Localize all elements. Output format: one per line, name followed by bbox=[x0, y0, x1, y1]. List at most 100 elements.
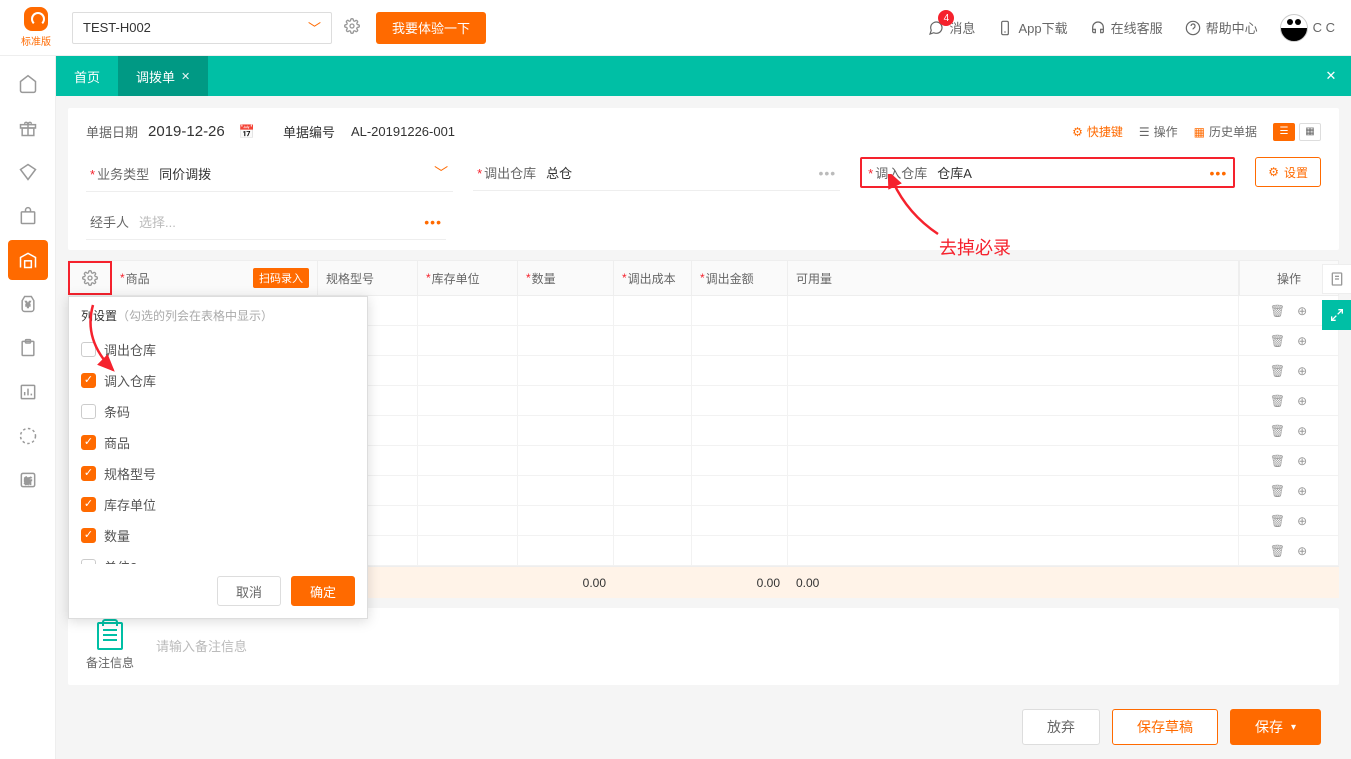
column-settings-button[interactable] bbox=[68, 261, 112, 295]
tab-home[interactable]: 首页 bbox=[56, 56, 118, 96]
side-nav: ¥ 新 bbox=[0, 56, 56, 759]
tab-transfer[interactable]: 调拨单 ✕ bbox=[118, 56, 208, 96]
delete-icon[interactable]: 🗑 bbox=[1270, 334, 1285, 348]
copy-icon[interactable]: ⊕ bbox=[1297, 304, 1307, 318]
logo: 标准版 bbox=[16, 7, 56, 48]
gear-icon[interactable] bbox=[344, 18, 360, 37]
date-value[interactable]: 2019-12-26 bbox=[148, 123, 225, 140]
tabs: 首页 调拨单 ✕ ✕ bbox=[56, 56, 1351, 96]
copy-icon[interactable]: ⊕ bbox=[1297, 424, 1307, 438]
operate-link[interactable]: ☰操作 bbox=[1139, 123, 1178, 140]
field-in-warehouse[interactable]: *调入仓库 仓库A ••• bbox=[860, 157, 1235, 188]
copy-icon[interactable]: ⊕ bbox=[1297, 364, 1307, 378]
column-option[interactable]: 条码 bbox=[81, 396, 355, 427]
try-button[interactable]: 我要体验一下 bbox=[376, 12, 486, 44]
nav-gift[interactable] bbox=[8, 108, 48, 148]
th-qty: *数量 bbox=[518, 261, 614, 295]
nav-clipboard[interactable] bbox=[8, 328, 48, 368]
gear-icon: ⚙ bbox=[1072, 125, 1083, 139]
ok-button[interactable]: 确定 bbox=[291, 576, 355, 606]
remark-icon: 备注信息 bbox=[86, 622, 134, 671]
help-icon bbox=[1185, 20, 1201, 36]
delete-icon[interactable]: 🗑 bbox=[1270, 544, 1285, 558]
delete-icon[interactable]: 🗑 bbox=[1270, 424, 1285, 438]
history-link[interactable]: ▦历史单据 bbox=[1194, 123, 1257, 140]
rail-note[interactable] bbox=[1322, 264, 1351, 294]
view-toggle: ☰ ▦ bbox=[1273, 123, 1321, 141]
view-grid[interactable]: ▦ bbox=[1299, 123, 1321, 141]
download-link[interactable]: App下载 bbox=[997, 18, 1067, 37]
settings-button[interactable]: ⚙ 设置 bbox=[1255, 157, 1321, 187]
delete-icon[interactable]: 🗑 bbox=[1270, 484, 1285, 498]
field-out-warehouse[interactable]: *调出仓库 总仓 ••• bbox=[473, 157, 840, 191]
field-biz-type[interactable]: *业务类型 同价调拨 ﹀ bbox=[86, 157, 453, 192]
nav-refresh[interactable] bbox=[8, 416, 48, 456]
nav-money[interactable]: ¥ bbox=[8, 284, 48, 324]
help-link[interactable]: 帮助中心 bbox=[1185, 18, 1258, 37]
checkbox-icon bbox=[81, 404, 96, 419]
copy-icon[interactable]: ⊕ bbox=[1297, 544, 1307, 558]
checkbox-icon bbox=[81, 373, 96, 388]
header-card: 单据日期 2019-12-26 📅 单据编号 AL-20191226-001 ⚙… bbox=[68, 108, 1339, 250]
close-icon[interactable]: ✕ bbox=[181, 70, 190, 83]
more-icon[interactable]: ••• bbox=[1210, 165, 1228, 181]
column-option[interactable]: 单位2 bbox=[81, 551, 355, 564]
column-option[interactable]: 商品 bbox=[81, 427, 355, 458]
foot-qty: 0.00 bbox=[518, 567, 614, 598]
workspace-select[interactable]: TEST-H002 ﹀ bbox=[72, 12, 332, 44]
checkbox-icon bbox=[81, 435, 96, 450]
top-right: 4 消息 App下载 在线客服 帮助中心 C C bbox=[928, 14, 1335, 42]
cancel-button[interactable]: 取消 bbox=[217, 576, 281, 606]
th-cost: *调出成本 bbox=[614, 261, 692, 295]
column-option[interactable]: 调出仓库 bbox=[81, 334, 355, 365]
column-option[interactable]: 数量 bbox=[81, 520, 355, 551]
column-option[interactable]: 调入仓库 bbox=[81, 365, 355, 396]
nav-diamond[interactable] bbox=[8, 152, 48, 192]
gear-icon bbox=[82, 270, 98, 286]
user-menu[interactable]: C C bbox=[1280, 14, 1335, 42]
column-option[interactable]: 库存单位 bbox=[81, 489, 355, 520]
calendar-icon[interactable]: 📅 bbox=[239, 124, 255, 140]
checkbox-icon bbox=[81, 559, 96, 564]
copy-icon[interactable]: ⊕ bbox=[1297, 334, 1307, 348]
copy-icon[interactable]: ⊕ bbox=[1297, 454, 1307, 468]
delete-icon[interactable]: 🗑 bbox=[1270, 394, 1285, 408]
delete-icon[interactable]: 🗑 bbox=[1270, 364, 1285, 378]
messages-link[interactable]: 4 消息 bbox=[928, 18, 975, 37]
logo-icon bbox=[24, 7, 48, 31]
nav-bag[interactable] bbox=[8, 196, 48, 236]
copy-icon[interactable]: ⊕ bbox=[1297, 514, 1307, 528]
edition-label: 标准版 bbox=[21, 33, 51, 48]
discard-button[interactable]: 放弃 bbox=[1022, 709, 1100, 745]
field-handler[interactable]: 经手人 选择... ••• bbox=[86, 206, 446, 240]
shortcut-link[interactable]: ⚙快捷键 bbox=[1072, 123, 1123, 140]
copy-icon[interactable]: ⊕ bbox=[1297, 484, 1307, 498]
chevron-down-icon: ﹀ bbox=[308, 18, 321, 37]
delete-icon[interactable]: 🗑 bbox=[1270, 514, 1285, 528]
foot-avail: 0.00 bbox=[788, 567, 1239, 598]
th-amt: *调出金额 bbox=[692, 261, 788, 295]
tabs-close-all[interactable]: ✕ bbox=[1311, 56, 1351, 96]
nav-home[interactable] bbox=[8, 64, 48, 104]
nav-report[interactable] bbox=[8, 372, 48, 412]
more-icon[interactable]: ••• bbox=[818, 165, 836, 181]
chevron-down-icon[interactable]: ﹀ bbox=[434, 163, 449, 183]
save-button[interactable]: 保存▾ bbox=[1230, 709, 1321, 745]
copy-icon[interactable]: ⊕ bbox=[1297, 394, 1307, 408]
more-icon[interactable]: ••• bbox=[424, 214, 442, 230]
scan-tag[interactable]: 扫码录入 bbox=[253, 268, 309, 288]
rail-expand[interactable] bbox=[1322, 300, 1351, 330]
main: 首页 调拨单 ✕ ✕ 单据日期 2019-12-26 📅 单据编号 AL-201… bbox=[56, 56, 1351, 759]
gear-icon: ⚙ bbox=[1268, 165, 1279, 179]
column-option[interactable]: 规格型号 bbox=[81, 458, 355, 489]
headset-icon bbox=[1090, 20, 1106, 36]
save-draft-button[interactable]: 保存草稿 bbox=[1112, 709, 1218, 745]
nav-warehouse[interactable] bbox=[8, 240, 48, 280]
view-list[interactable]: ☰ bbox=[1273, 123, 1295, 141]
service-link[interactable]: 在线客服 bbox=[1090, 18, 1163, 37]
delete-icon[interactable]: 🗑 bbox=[1270, 304, 1285, 318]
remark-input[interactable] bbox=[156, 639, 1321, 654]
nav-new[interactable]: 新 bbox=[8, 460, 48, 500]
delete-icon[interactable]: 🗑 bbox=[1270, 454, 1285, 468]
table-card: *商品扫码录入 规格型号 *库存单位 *数量 *调出成本 *调出金额 可用量 操… bbox=[68, 260, 1339, 598]
